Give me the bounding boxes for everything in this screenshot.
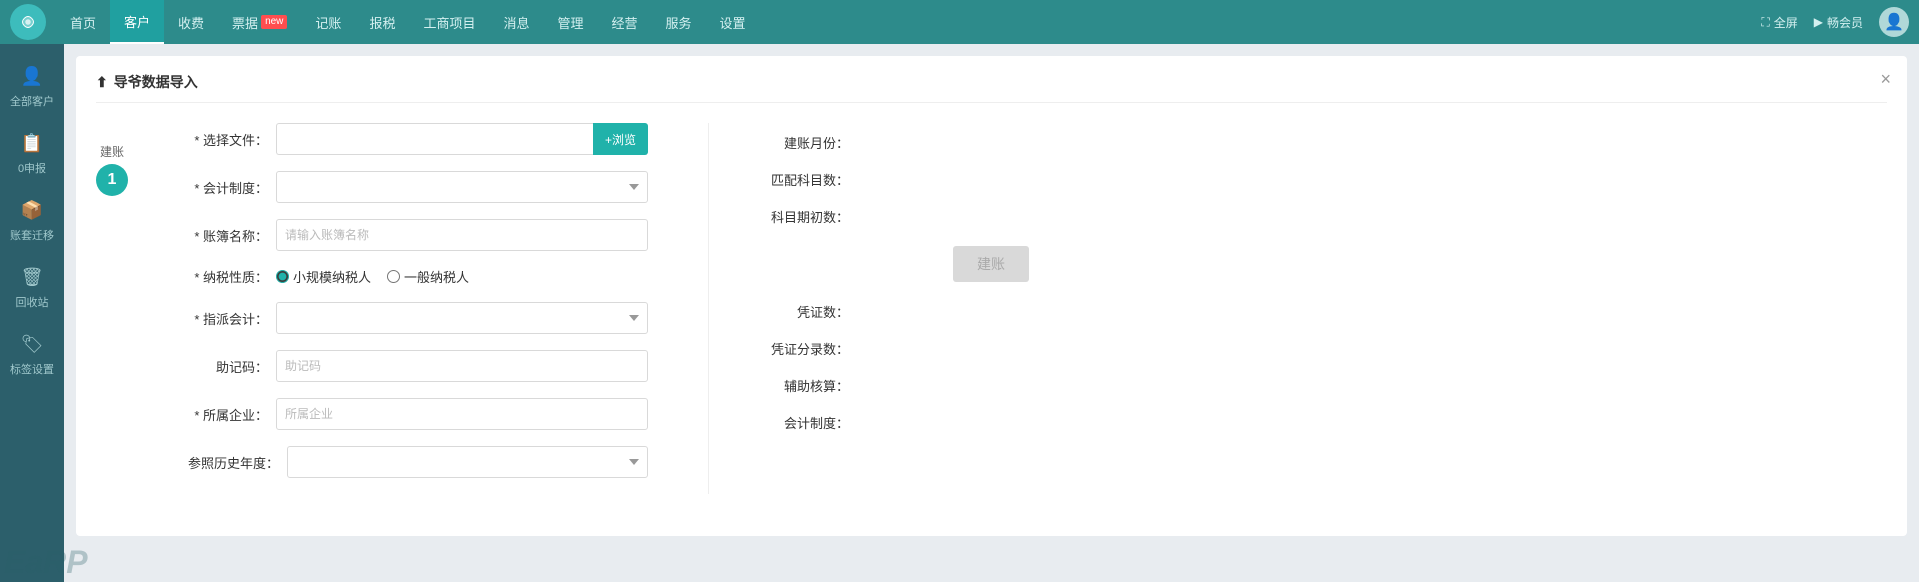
radio-small-taxpayer[interactable]: 小规模纳税人 [276, 267, 371, 286]
file-label: * 选择文件： [188, 130, 268, 149]
zero-declare-icon: 📋 [18, 129, 46, 157]
file-text-input[interactable] [276, 123, 593, 155]
avatar[interactable]: 👤 [1879, 7, 1909, 37]
top-navigation: 首页 客户 收费 票据 new 记账 报税 工商项目 消息 管理 经营 服务 设… [0, 0, 1919, 44]
sidebar: 👤 全部客户 📋 0申报 📦 账套迁移 🗑 回收站 🏷 标签设置 EaRP [0, 44, 64, 582]
file-input-wrapper: +浏览 [276, 123, 648, 155]
aux-accounting-label: 辅助核算： [769, 376, 849, 395]
accounting-system-label: * 会计制度： [188, 178, 268, 197]
right-info-section: 建账月份： 匹配科目数： 科目期初数： 建账 凭证数： [769, 123, 1029, 494]
match-subject-label: 匹配科目数： [769, 170, 849, 189]
company-label: * 所属企业： [188, 405, 268, 424]
build-account-button[interactable]: 建账 [953, 246, 1029, 282]
nav-menu: 首页 客户 收费 票据 new 记账 报税 工商项目 消息 管理 经营 服务 设… [56, 0, 1761, 44]
company-row: * 所属企业： [188, 398, 648, 430]
content-area: ⬆ 导爷数据导入 × 建账 1 * 选择文件： +浏览 [64, 44, 1919, 582]
ref-year-label: 参照历史年度： [188, 453, 279, 472]
ref-year-row: 参照历史年度： [188, 446, 648, 478]
tag-settings-icon: 🏷 [18, 330, 46, 358]
sidebar-item-tag-settings[interactable]: 🏷 标签设置 [0, 322, 64, 385]
nav-item-settings[interactable]: 设置 [706, 0, 760, 44]
step-circle: 1 [96, 164, 128, 196]
import-dialog: ⬆ 导爷数据导入 × 建账 1 * 选择文件： +浏览 [76, 56, 1907, 536]
close-button[interactable]: × [1880, 70, 1891, 88]
nav-item-message[interactable]: 消息 [489, 0, 543, 44]
dialog-title-icon: ⬆ [96, 74, 108, 91]
form-layout: 建账 1 * 选择文件： +浏览 * 会计制度： [96, 123, 1887, 494]
sidebar-item-account-migration[interactable]: 📦 账套迁移 [0, 188, 64, 251]
nav-item-manage[interactable]: 管理 [543, 0, 597, 44]
ledger-name-label: * 账簿名称： [188, 226, 268, 245]
aux-accounting-row: 辅助核算： [769, 376, 1029, 395]
radio-general-taxpayer-input[interactable] [387, 270, 400, 283]
browse-button[interactable]: +浏览 [593, 123, 648, 155]
sidebar-item-recycle-bin[interactable]: 🗑 回收站 [0, 255, 64, 318]
tax-type-row: * 纳税性质： 小规模纳税人 一般纳税人 [188, 267, 648, 286]
all-customers-icon: 👤 [18, 62, 46, 90]
nav-item-service[interactable]: 服务 [652, 0, 706, 44]
nav-right-area: ⛶ 全屏 ▶ 畅会员 👤 [1761, 7, 1909, 37]
account-migration-icon: 📦 [18, 196, 46, 224]
company-input[interactable] [276, 398, 648, 430]
nav-item-bookkeeping[interactable]: 记账 [301, 0, 355, 44]
assigned-accountant-row: * 指派会计： [188, 302, 648, 334]
fullscreen-icon: ⛶ [1761, 15, 1769, 30]
radio-general-taxpayer[interactable]: 一般纳税人 [387, 267, 469, 286]
ledger-name-row: * 账簿名称： [188, 219, 648, 251]
voucher-records-row: 凭证分录数： [769, 339, 1029, 358]
membership-icon: ▶ [1814, 15, 1823, 29]
accounting-system-row: * 会计制度： [188, 171, 648, 203]
sidebar-item-zero-declare[interactable]: 📋 0申报 [0, 121, 64, 184]
nav-item-business[interactable]: 工商项目 [409, 0, 489, 44]
step-indicator: 建账 1 [96, 123, 148, 494]
nav-item-invoice[interactable]: 票据 new [218, 0, 301, 44]
new-badge: new [261, 15, 287, 29]
accounting-system-select[interactable] [276, 171, 648, 203]
logo[interactable] [10, 4, 46, 40]
match-subject-row: 匹配科目数： [769, 170, 1029, 189]
recycle-bin-icon: 🗑 [18, 263, 46, 291]
tax-type-radio-group: 小规模纳税人 一般纳税人 [276, 267, 469, 286]
step-label: 建账 [100, 143, 124, 160]
nav-item-customer[interactable]: 客户 [110, 0, 164, 44]
dialog-title: 导爷数据导入 [114, 72, 198, 92]
voucher-count-label: 凭证数： [769, 302, 849, 321]
fullscreen-button[interactable]: ⛶ 全屏 [1761, 14, 1797, 31]
ref-year-select[interactable] [287, 446, 648, 478]
membership-button[interactable]: ▶ 畅会员 [1814, 14, 1863, 31]
memo-code-label: 助记码： [188, 357, 268, 376]
nav-item-fee[interactable]: 收费 [164, 0, 218, 44]
nav-item-operation[interactable]: 经营 [598, 0, 652, 44]
accounting-system2-row: 会计制度： [769, 413, 1029, 432]
nav-item-home[interactable]: 首页 [56, 0, 110, 44]
dialog-header: ⬆ 导爷数据导入 [96, 72, 1887, 103]
subject-init-label: 科目期初数： [769, 207, 849, 226]
voucher-count-row: 凭证数： [769, 302, 1029, 321]
avatar-icon: 👤 [1884, 12, 1904, 32]
radio-small-taxpayer-input[interactable] [276, 270, 289, 283]
sidebar-item-all-customers[interactable]: 👤 全部客户 [0, 54, 64, 117]
file-select-row: * 选择文件： +浏览 [188, 123, 648, 155]
radio-small-taxpayer-label: 小规模纳税人 [293, 267, 371, 286]
subject-init-row: 科目期初数： [769, 207, 1029, 226]
radio-general-taxpayer-label: 一般纳税人 [404, 267, 469, 286]
accounting-system2-label: 会计制度： [769, 413, 849, 432]
tax-type-label: * 纳税性质： [188, 267, 268, 286]
ledger-name-input[interactable] [276, 219, 648, 251]
voucher-records-label: 凭证分录数： [769, 339, 849, 358]
build-month-label: 建账月份： [769, 133, 849, 152]
memo-code-row: 助记码： [188, 350, 648, 382]
vertical-divider [708, 123, 709, 494]
assigned-accountant-label: * 指派会计： [188, 309, 268, 328]
assigned-accountant-select[interactable] [276, 302, 648, 334]
main-layout: 👤 全部客户 📋 0申报 📦 账套迁移 🗑 回收站 🏷 标签设置 EaRP ⬆ … [0, 44, 1919, 582]
memo-code-input[interactable] [276, 350, 648, 382]
left-form-section: * 选择文件： +浏览 * 会计制度： [188, 123, 648, 494]
build-month-row: 建账月份： [769, 133, 1029, 152]
nav-item-tax[interactable]: 报税 [355, 0, 409, 44]
